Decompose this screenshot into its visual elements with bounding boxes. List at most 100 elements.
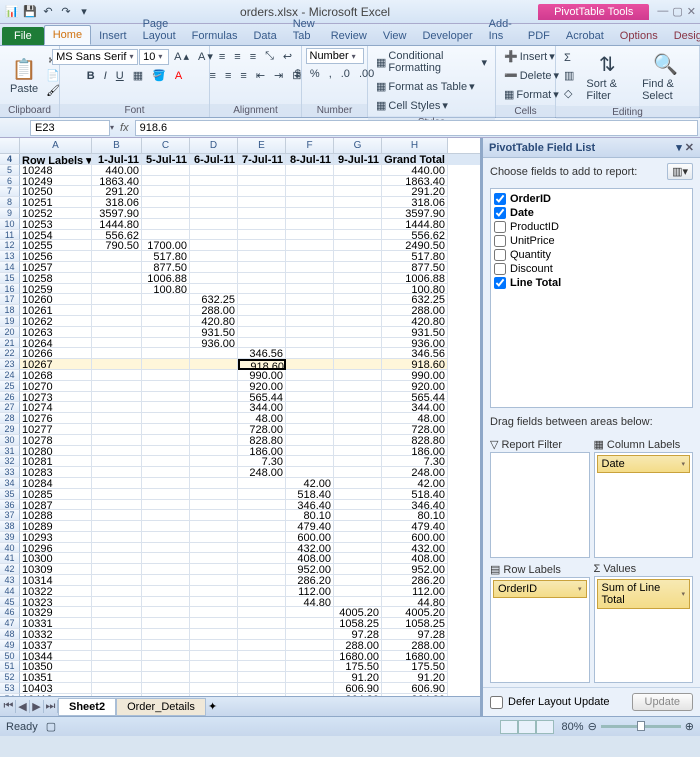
table-row[interactable]: 1310256517.80517.80 — [0, 251, 480, 262]
macro-record-icon[interactable]: ▢ — [46, 720, 56, 733]
row-header[interactable]: 17 — [0, 294, 20, 305]
sort-filter-button[interactable]: ⇅Sort & Filter — [580, 48, 634, 104]
table-row[interactable]: 46103294005.204005.20 — [0, 607, 480, 618]
table-row[interactable]: 2410268990.00990.00 — [0, 370, 480, 381]
table-row[interactable]: 15102581006.881006.88 — [0, 273, 480, 284]
row-header[interactable]: 13 — [0, 251, 20, 262]
table-row[interactable]: 3310283248.00248.00 — [0, 467, 480, 478]
row-header[interactable]: 16 — [0, 284, 20, 295]
table-row[interactable]: 9102523597.903597.90 — [0, 208, 480, 219]
field-productid[interactable]: ProductID — [494, 220, 689, 234]
row-header[interactable]: 6 — [0, 176, 20, 187]
table-row[interactable]: 2010263931.50931.50 — [0, 327, 480, 338]
row-header[interactable]: 8 — [0, 197, 20, 208]
pane-dropdown-icon[interactable]: ▾ ✕ — [676, 141, 694, 154]
tab-addins[interactable]: Add-Ins — [481, 15, 520, 45]
table-row[interactable]: 451032344.8044.80 — [0, 597, 480, 608]
name-box[interactable]: E23 — [30, 120, 110, 136]
row-header[interactable]: 10 — [0, 219, 20, 230]
values-area[interactable]: ΣValues Sum of Line Total▾ — [594, 562, 694, 683]
pane-close-icon[interactable]: ✕ — [685, 142, 694, 154]
conditional-formatting-button[interactable]: ▦ Conditional Formatting ▾ — [372, 48, 491, 76]
row-header[interactable]: 29 — [0, 424, 20, 435]
row-header[interactable]: 27 — [0, 402, 20, 413]
field-checkbox[interactable] — [494, 249, 506, 261]
prev-sheet-icon[interactable]: ◀ — [16, 700, 30, 713]
undo-icon[interactable]: ↶ — [40, 4, 56, 20]
table-row[interactable]: 281027648.0048.00 — [0, 413, 480, 424]
field-checkbox[interactable] — [494, 207, 506, 219]
field-checkbox[interactable] — [494, 221, 506, 233]
row-header[interactable]: 33 — [0, 467, 20, 478]
table-row[interactable]: 10102531444.801444.80 — [0, 219, 480, 230]
row-header[interactable]: 51 — [0, 661, 20, 672]
zoom-out-icon[interactable]: ⊖ — [588, 720, 597, 733]
percent-icon[interactable]: % — [306, 66, 324, 82]
table-row[interactable]: 2110264936.00936.00 — [0, 338, 480, 349]
table-row[interactable]: 3810289479.40479.40 — [0, 521, 480, 532]
table-row[interactable]: 50103441680.001680.00 — [0, 651, 480, 662]
row-header[interactable]: 46 — [0, 607, 20, 618]
table-row[interactable]: 2510270920.00920.00 — [0, 381, 480, 392]
row-header[interactable]: 26 — [0, 392, 20, 403]
tab-developer[interactable]: Developer — [414, 27, 480, 45]
tab-acrobat[interactable]: Acrobat — [558, 27, 612, 45]
currency-icon[interactable]: $ — [291, 66, 305, 82]
row-header[interactable]: 21 — [0, 338, 20, 349]
report-filter-area[interactable]: ▽Report Filter — [490, 437, 590, 558]
row-header[interactable]: 40 — [0, 543, 20, 554]
last-sheet-icon[interactable]: ⏭ — [44, 700, 58, 713]
row-header[interactable]: 5 — [0, 165, 20, 176]
tab-data[interactable]: Data — [245, 27, 284, 45]
field-date[interactable]: Date — [494, 206, 689, 220]
row-header[interactable]: 25 — [0, 381, 20, 392]
defer-layout-checkbox[interactable] — [490, 696, 503, 709]
table-row[interactable]: 4410322112.00112.00 — [0, 586, 480, 597]
col-header-g[interactable]: G — [334, 138, 382, 153]
row-header[interactable]: 38 — [0, 521, 20, 532]
row-header[interactable]: 49 — [0, 640, 20, 651]
minimize-icon[interactable]: — — [657, 5, 668, 18]
table-row[interactable]: 2910277728.00728.00 — [0, 424, 480, 435]
row-header[interactable]: 43 — [0, 575, 20, 586]
table-row[interactable]: 4910337288.00288.00 — [0, 640, 480, 651]
table-row[interactable]: 481033297.2897.28 — [0, 629, 480, 640]
row-header[interactable]: 36 — [0, 500, 20, 511]
font-name-combo[interactable]: MS Sans Serif▾ — [52, 49, 138, 65]
borders-icon[interactable]: ▦ — [129, 67, 147, 84]
row-header[interactable]: 22 — [0, 348, 20, 359]
tab-review[interactable]: Review — [323, 27, 375, 45]
table-row[interactable]: 32102817.307.30 — [0, 456, 480, 467]
table-row[interactable]: 5310403606.90606.90 — [0, 683, 480, 694]
tab-formulas[interactable]: Formulas — [184, 27, 246, 45]
align-left-icon[interactable]: ≡ — [206, 68, 220, 84]
zoom-level[interactable]: 80% — [562, 721, 584, 733]
table-row[interactable]: 3010278828.80828.80 — [0, 435, 480, 446]
row-header[interactable]: 44 — [0, 586, 20, 597]
table-row[interactable]: 710250291.20291.20 — [0, 186, 480, 197]
row-header[interactable]: 45 — [0, 597, 20, 608]
tab-new-tab[interactable]: New Tab — [285, 15, 323, 45]
table-row[interactable]: 1210255790.501700.002490.50 — [0, 240, 480, 251]
tab-insert[interactable]: Insert — [91, 27, 135, 45]
clear-icon[interactable]: ◇ — [560, 85, 578, 102]
wrap-text-icon[interactable]: ↩ — [279, 48, 296, 65]
table-row[interactable]: 1110254556.62556.62 — [0, 230, 480, 241]
col-header-e[interactable]: E — [238, 138, 286, 153]
col-header-a[interactable]: A — [20, 138, 92, 153]
row-header[interactable]: 11 — [0, 230, 20, 241]
row-header[interactable]: 48 — [0, 629, 20, 640]
select-all-corner[interactable] — [0, 138, 20, 153]
fill-color-icon[interactable]: 🪣 — [148, 67, 170, 84]
table-row[interactable]: 2710274344.00344.00 — [0, 402, 480, 413]
row-header[interactable]: 9 — [0, 208, 20, 219]
table-row[interactable]: 4110300408.00408.00 — [0, 553, 480, 564]
align-center-icon[interactable]: ≡ — [221, 68, 235, 84]
col-header-d[interactable]: D — [190, 138, 238, 153]
field-checkbox[interactable] — [494, 235, 506, 247]
restore-icon[interactable]: ▢ — [672, 5, 682, 18]
file-tab[interactable]: File — [2, 27, 44, 45]
increase-decimal-icon[interactable]: .0 — [337, 66, 354, 82]
number-format-combo[interactable]: Number▾ — [306, 48, 364, 64]
paste-button[interactable]: 📋Paste — [4, 53, 44, 97]
